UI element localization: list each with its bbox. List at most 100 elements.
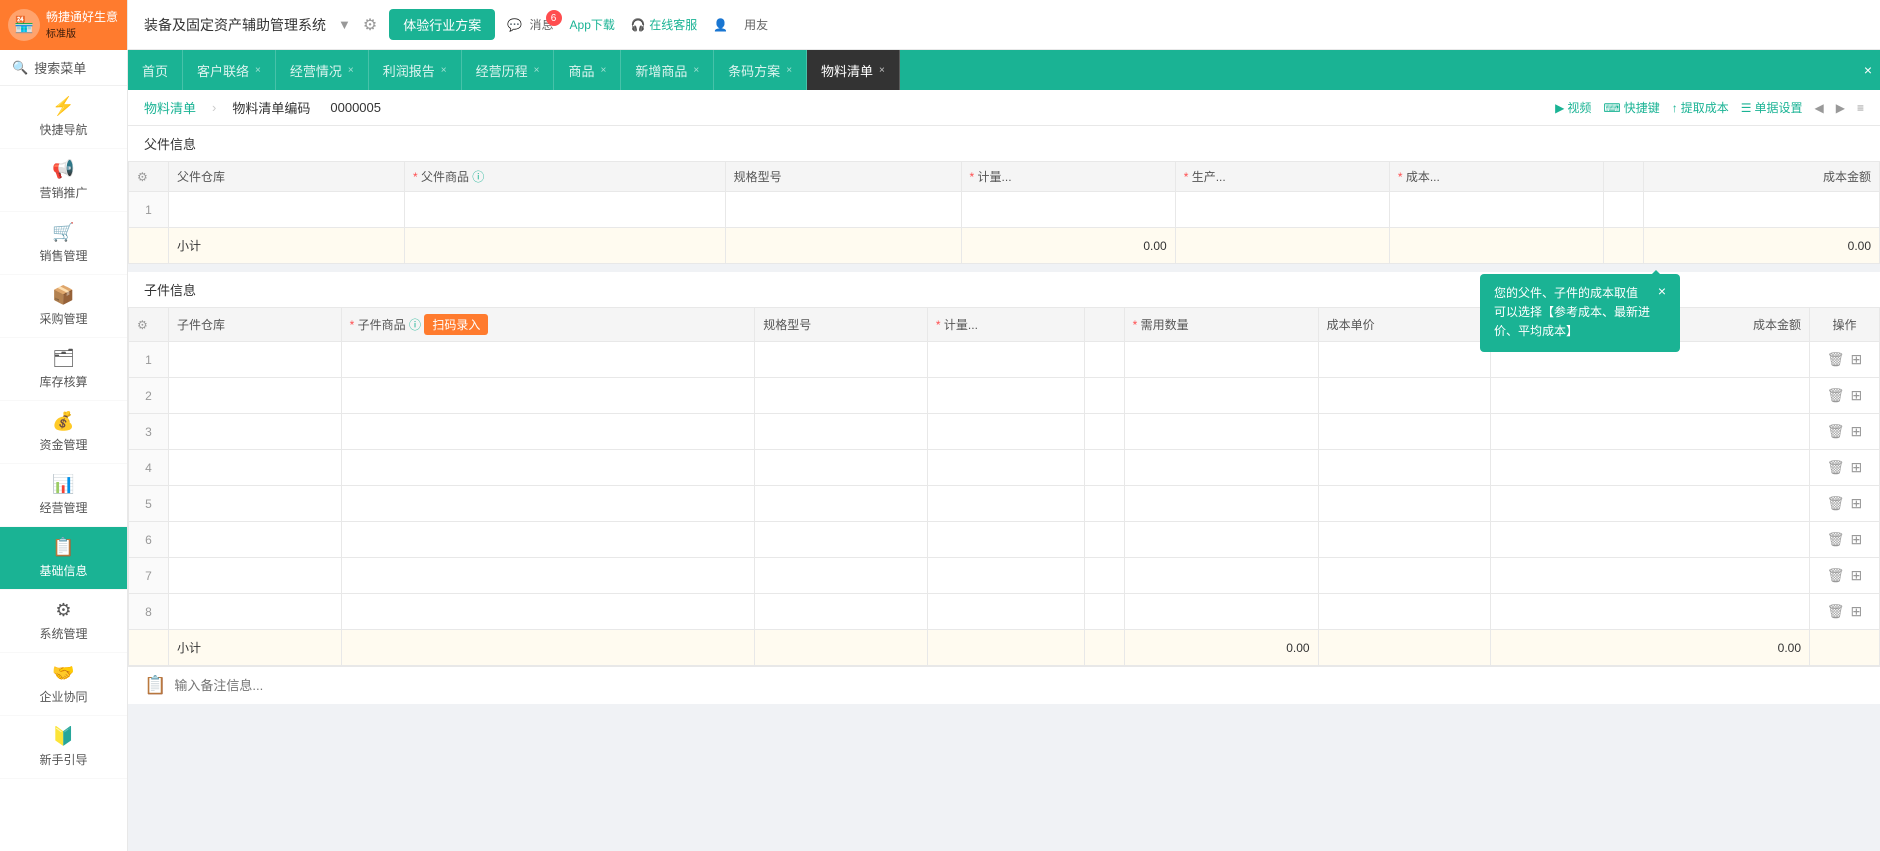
- delete-icon-6[interactable]: 🗑: [1827, 531, 1845, 548]
- child-row-8-spec[interactable]: [755, 594, 928, 630]
- parent-settings-gear-icon[interactable]: ⚙: [137, 170, 148, 184]
- child-row-5-spec[interactable]: [755, 486, 928, 522]
- delete-icon-8[interactable]: 🗑: [1827, 603, 1845, 620]
- sidebar-item-basic-info[interactable]: 📋 基础信息: [0, 527, 127, 590]
- tab-new-goods[interactable]: 新增商品 ×: [621, 50, 714, 90]
- child-row-8-qty[interactable]: [1124, 594, 1318, 630]
- breadcrumb-parent[interactable]: 物料清单: [144, 98, 196, 117]
- tab-bom-close[interactable]: ×: [879, 65, 885, 76]
- child-row-3-warehouse[interactable]: [169, 414, 342, 450]
- parent-th-settings[interactable]: ⚙: [129, 162, 169, 192]
- sidebar-item-guide[interactable]: 🔰 新手引导: [0, 716, 127, 779]
- child-row-3-qty[interactable]: [1124, 414, 1318, 450]
- tab-goods[interactable]: 商品 ×: [554, 50, 621, 90]
- online-support-link[interactable]: 🎧 在线客服: [631, 16, 697, 33]
- copy-icon-1[interactable]: ⊞: [1851, 351, 1863, 368]
- sidebar-item-system[interactable]: ⚙ 系统管理: [0, 590, 127, 653]
- copy-icon-2[interactable]: ⊞: [1851, 387, 1863, 404]
- child-row-6-unit[interactable]: [927, 522, 1084, 558]
- child-row-8-goods[interactable]: [341, 594, 755, 630]
- sidebar-item-operations[interactable]: 📊 经营管理: [0, 464, 127, 527]
- tab-profit-close[interactable]: ×: [441, 65, 447, 76]
- child-row-8-unit-cost[interactable]: [1318, 594, 1491, 630]
- child-row-3-unit-cost[interactable]: [1318, 414, 1491, 450]
- child-row-3-goods[interactable]: [341, 414, 755, 450]
- copy-icon-5[interactable]: ⊞: [1851, 495, 1863, 512]
- child-row-6-warehouse[interactable]: [169, 522, 342, 558]
- child-row-2-unit-cost[interactable]: [1318, 378, 1491, 414]
- tab-customers-close[interactable]: ×: [255, 65, 261, 76]
- delete-icon-2[interactable]: 🗑: [1827, 387, 1845, 404]
- search-menu[interactable]: 🔍 搜索菜单: [0, 50, 127, 86]
- child-row-7-qty[interactable]: [1124, 558, 1318, 594]
- tab-new-goods-close[interactable]: ×: [693, 65, 699, 76]
- child-row-4-goods[interactable]: [341, 450, 755, 486]
- child-row-3-unit[interactable]: [927, 414, 1084, 450]
- child-row-5-qty[interactable]: [1124, 486, 1318, 522]
- nav-close-btn[interactable]: ×: [1856, 62, 1880, 78]
- delete-icon-1[interactable]: 🗑: [1827, 351, 1845, 368]
- child-row-7-goods[interactable]: [341, 558, 755, 594]
- parent-row-1-warehouse[interactable]: [169, 192, 405, 228]
- delete-icon-5[interactable]: 🗑: [1827, 495, 1845, 512]
- parent-row-1-cost[interactable]: [1389, 192, 1603, 228]
- settings-gear-icon[interactable]: ⚙: [363, 15, 377, 35]
- sidebar-item-enterprise[interactable]: 🤝 企业协同: [0, 653, 127, 716]
- child-row-8-unit[interactable]: [927, 594, 1084, 630]
- parent-row-1-production[interactable]: [1175, 192, 1389, 228]
- child-row-2-warehouse[interactable]: [169, 378, 342, 414]
- copy-icon-6[interactable]: ⊞: [1851, 531, 1863, 548]
- tab-operations-close[interactable]: ×: [348, 65, 354, 76]
- child-row-4-unit-cost[interactable]: [1318, 450, 1491, 486]
- parent-row-1-unit[interactable]: [961, 192, 1175, 228]
- child-settings-gear-icon[interactable]: ⚙: [137, 318, 148, 332]
- delete-icon-3[interactable]: 🗑: [1827, 423, 1845, 440]
- sidebar-item-purchase[interactable]: 📦 采购管理: [0, 275, 127, 338]
- app-download-link[interactable]: App下载: [570, 16, 615, 33]
- child-row-6-spec[interactable]: [755, 522, 928, 558]
- tab-customers[interactable]: 客户联络 ×: [183, 50, 276, 90]
- extract-cost-action[interactable]: ↑ 提取成本: [1672, 99, 1729, 116]
- message-badge-container[interactable]: 💬 6 消息: [507, 16, 553, 33]
- child-row-4-spec[interactable]: [755, 450, 928, 486]
- child-row-5-goods[interactable]: [341, 486, 755, 522]
- child-row-6-goods[interactable]: [341, 522, 755, 558]
- child-row-7-warehouse[interactable]: [169, 558, 342, 594]
- child-th-settings[interactable]: ⚙: [129, 308, 169, 342]
- child-row-7-unit[interactable]: [927, 558, 1084, 594]
- tab-profit[interactable]: 利润报告 ×: [369, 50, 462, 90]
- sidebar-item-marketing[interactable]: 📢 营销推广: [0, 149, 127, 212]
- child-row-4-unit[interactable]: [927, 450, 1084, 486]
- child-row-1-unit-cost[interactable]: [1318, 342, 1491, 378]
- delete-icon-7[interactable]: 🗑: [1827, 567, 1845, 584]
- sidebar-item-inventory[interactable]: 🗂 库存核算: [0, 338, 127, 401]
- copy-icon-3[interactable]: ⊞: [1851, 423, 1863, 440]
- child-row-4-warehouse[interactable]: [169, 450, 342, 486]
- view-toggle-icon[interactable]: ≡: [1857, 101, 1864, 115]
- child-row-8-warehouse[interactable]: [169, 594, 342, 630]
- single-setting-action[interactable]: ☰ 单据设置: [1741, 99, 1803, 116]
- parent-row-1-goods[interactable]: [404, 192, 725, 228]
- child-row-1-qty[interactable]: [1124, 342, 1318, 378]
- child-row-2-goods[interactable]: [341, 378, 755, 414]
- delete-icon-4[interactable]: 🗑: [1827, 459, 1845, 476]
- child-row-7-unit-cost[interactable]: [1318, 558, 1491, 594]
- sidebar-item-sales[interactable]: 🛒 销售管理: [0, 212, 127, 275]
- copy-icon-8[interactable]: ⊞: [1851, 603, 1863, 620]
- tab-operations[interactable]: 经营情况 ×: [276, 50, 369, 90]
- child-row-5-warehouse[interactable]: [169, 486, 342, 522]
- tab-goods-close[interactable]: ×: [600, 65, 606, 76]
- tab-history-close[interactable]: ×: [534, 65, 540, 76]
- child-row-1-warehouse[interactable]: [169, 342, 342, 378]
- dropdown-icon[interactable]: ▼: [338, 17, 351, 32]
- child-row-2-unit[interactable]: [927, 378, 1084, 414]
- child-row-3-spec[interactable]: [755, 414, 928, 450]
- child-row-1-spec[interactable]: [755, 342, 928, 378]
- child-row-5-unit[interactable]: [927, 486, 1084, 522]
- scan-btn[interactable]: 扫码录入: [424, 314, 488, 335]
- tab-barcode[interactable]: 条码方案 ×: [714, 50, 807, 90]
- tab-home[interactable]: 首页: [128, 50, 183, 90]
- child-row-6-unit-cost[interactable]: [1318, 522, 1491, 558]
- nav-next-icon[interactable]: ▶: [1836, 101, 1845, 115]
- child-row-1-unit[interactable]: [927, 342, 1084, 378]
